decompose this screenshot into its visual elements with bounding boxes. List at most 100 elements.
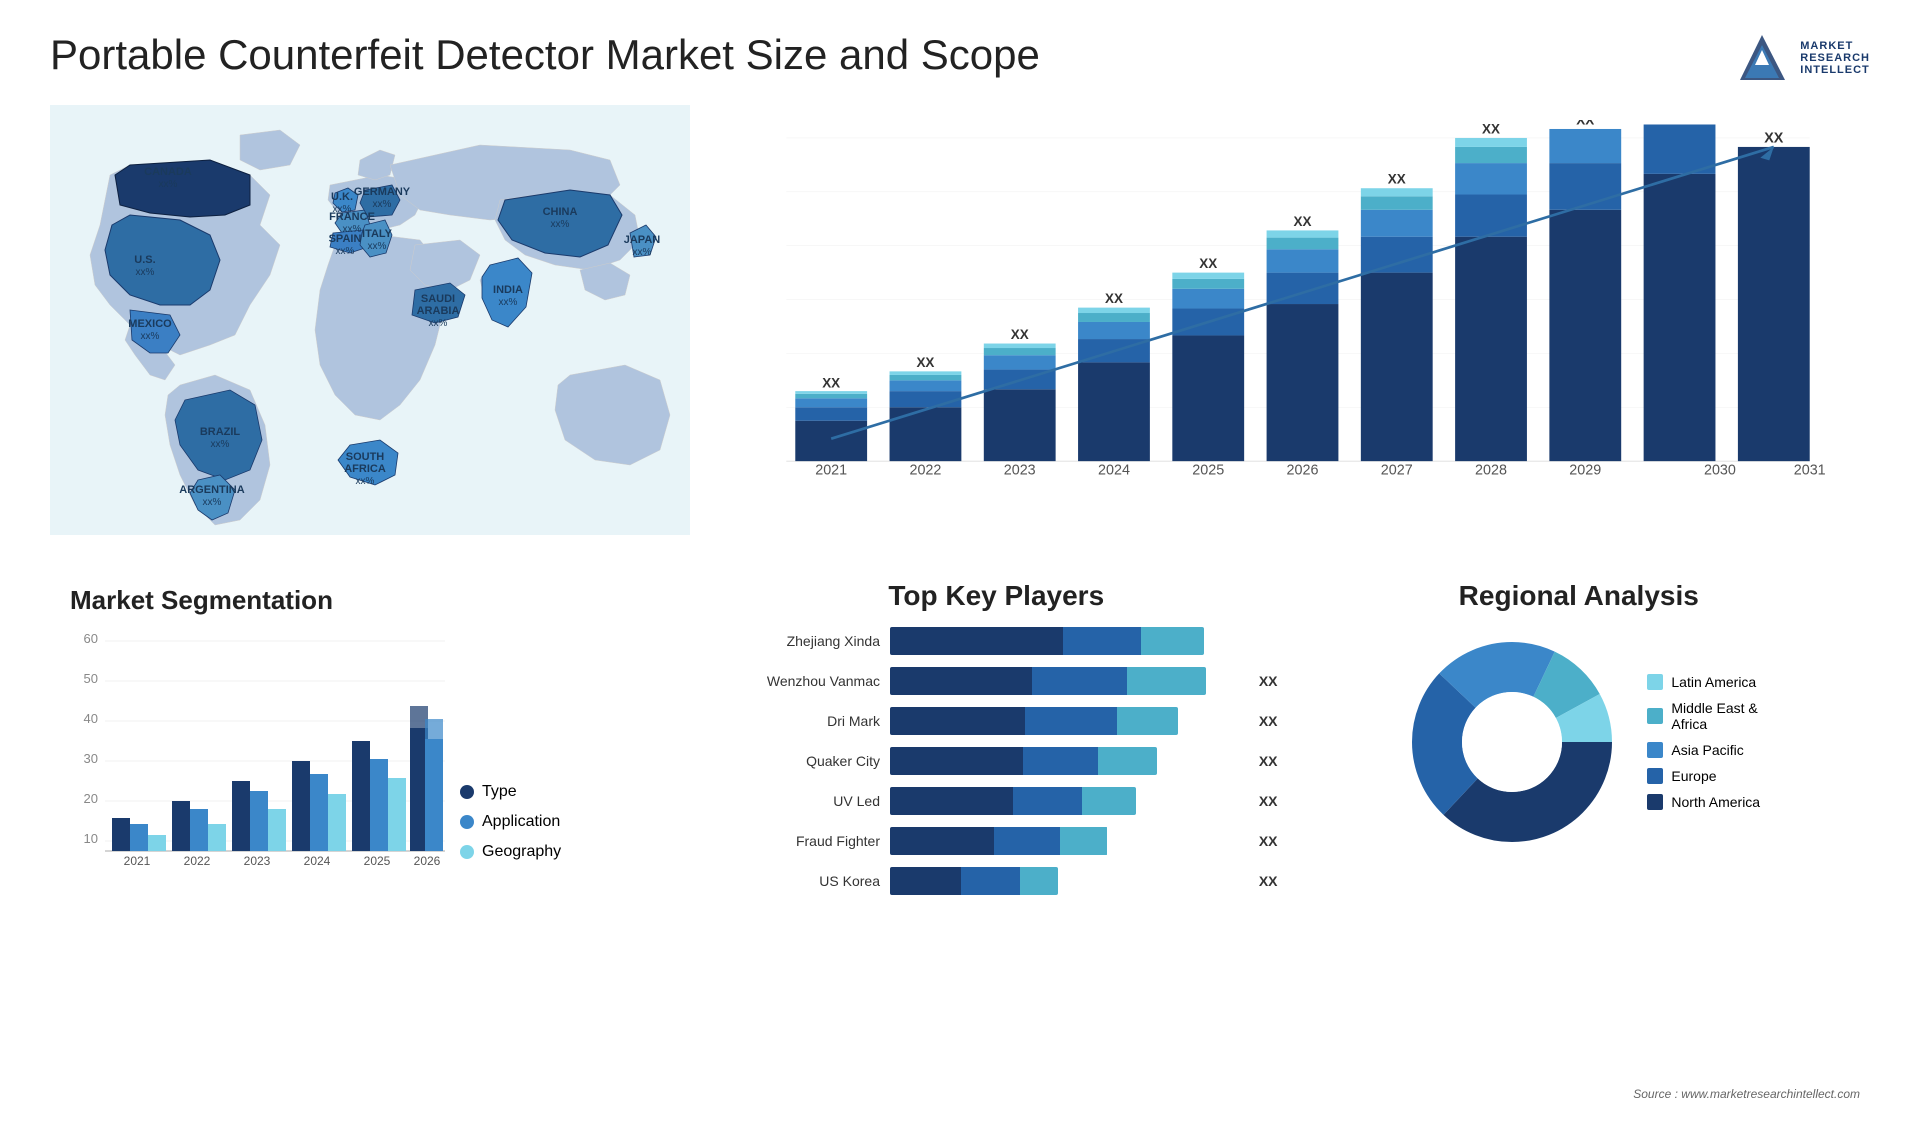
- svg-text:xx%: xx%: [336, 246, 355, 257]
- logo-container: MARKET RESEARCH INTELLECT: [1735, 30, 1870, 85]
- player-bar-container: [890, 867, 1241, 895]
- svg-text:2029: 2029: [1569, 463, 1601, 479]
- svg-text:FRANCE: FRANCE: [329, 211, 375, 223]
- svg-text:XX: XX: [1764, 130, 1784, 146]
- svg-text:2024: 2024: [1098, 463, 1130, 479]
- svg-text:50: 50: [84, 671, 98, 686]
- svg-text:xx%: xx%: [429, 318, 448, 329]
- svg-text:MEXICO: MEXICO: [128, 318, 172, 330]
- page-container: Portable Counterfeit Detector Market Siz…: [0, 0, 1920, 1146]
- world-map-svg: CANADA xx% U.S. xx% MEXICO xx% BRAZIL xx…: [50, 105, 690, 535]
- svg-text:xx%: xx%: [499, 297, 518, 308]
- svg-text:2024: 2024: [304, 854, 331, 868]
- svg-text:20: 20: [84, 791, 98, 806]
- page-title: Portable Counterfeit Detector Market Siz…: [50, 30, 1040, 80]
- svg-text:xx%: xx%: [203, 497, 222, 508]
- player-row: Zhejiang Xinda: [715, 627, 1278, 655]
- svg-text:XX: XX: [1576, 120, 1594, 127]
- type-color: [460, 785, 474, 799]
- svg-text:ARABIA: ARABIA: [417, 305, 460, 317]
- donut-container: Latin America Middle East &Africa Asia P…: [1298, 627, 1861, 857]
- player-bar-container: [890, 747, 1241, 775]
- player-bar-container: [890, 667, 1241, 695]
- player-row: Wenzhou Vanmac XX: [715, 667, 1278, 695]
- svg-text:CHINA: CHINA: [543, 206, 578, 218]
- svg-text:XX: XX: [1482, 121, 1500, 136]
- svg-text:2025: 2025: [1192, 463, 1224, 479]
- svg-text:SAUDI: SAUDI: [421, 293, 455, 305]
- svg-text:2025: 2025: [364, 854, 391, 868]
- legend-latin-america: Latin America: [1647, 674, 1760, 690]
- svg-text:xx%: xx%: [551, 219, 570, 230]
- donut-chart-svg: [1397, 627, 1627, 857]
- svg-text:xx%: xx%: [373, 199, 392, 210]
- svg-text:xx%: xx%: [136, 267, 155, 278]
- svg-text:2030: 2030: [1704, 463, 1736, 479]
- svg-text:XX: XX: [822, 376, 840, 391]
- svg-text:2028: 2028: [1475, 463, 1507, 479]
- svg-text:GERMANY: GERMANY: [354, 186, 411, 198]
- segmentation-legend: Type Application Geography: [460, 783, 561, 871]
- player-row: Fraud Fighter XX: [715, 827, 1278, 855]
- svg-text:XX: XX: [1388, 172, 1406, 187]
- geography-color: [460, 845, 474, 859]
- svg-text:2031: 2031: [1794, 463, 1826, 479]
- svg-text:2023: 2023: [244, 854, 271, 868]
- svg-text:CANADA: CANADA: [144, 166, 192, 178]
- legend-asia-pacific: Asia Pacific: [1647, 742, 1760, 758]
- svg-text:U.K.: U.K.: [331, 191, 353, 203]
- svg-text:2022: 2022: [184, 854, 211, 868]
- svg-text:xx%: xx%: [211, 439, 230, 450]
- svg-text:ARGENTINA: ARGENTINA: [179, 484, 244, 496]
- legend-europe: Europe: [1647, 768, 1760, 784]
- player-bar-container: [890, 627, 1260, 655]
- svg-text:XX: XX: [1105, 291, 1123, 306]
- svg-text:xx%: xx%: [159, 179, 178, 190]
- svg-text:AFRICA: AFRICA: [344, 463, 386, 475]
- svg-text:10: 10: [84, 831, 98, 846]
- svg-text:U.S.: U.S.: [134, 254, 155, 266]
- svg-text:JAPAN: JAPAN: [624, 234, 661, 246]
- svg-text:XX: XX: [1294, 214, 1312, 229]
- svg-text:60: 60: [84, 631, 98, 646]
- player-bar-container: [890, 787, 1241, 815]
- header: Portable Counterfeit Detector Market Siz…: [50, 30, 1870, 85]
- legend-item-geography: Geography: [460, 843, 561, 861]
- segmentation-section: Market Segmentation 60 50 40 30 20 10: [50, 580, 690, 1106]
- world-map-section: CANADA xx% U.S. xx% MEXICO xx% BRAZIL xx…: [50, 105, 690, 565]
- legend-middle-east-africa: Middle East &Africa: [1647, 700, 1760, 732]
- svg-text:SOUTH: SOUTH: [346, 451, 385, 463]
- svg-text:BRAZIL: BRAZIL: [200, 426, 241, 438]
- player-row: UV Led XX: [715, 787, 1278, 815]
- svg-text:INDIA: INDIA: [493, 284, 523, 296]
- svg-text:xx%: xx%: [368, 241, 387, 252]
- regional-section: Regional Analysis: [1298, 580, 1861, 1106]
- svg-text:SPAIN: SPAIN: [329, 233, 362, 245]
- regional-legend: Latin America Middle East &Africa Asia P…: [1647, 674, 1760, 810]
- source-text: Source : www.marketresearchintellect.com: [1633, 1087, 1860, 1101]
- svg-text:2021: 2021: [124, 854, 151, 868]
- legend-item-type: Type: [460, 783, 561, 801]
- svg-text:xx%: xx%: [141, 331, 160, 342]
- svg-text:XX: XX: [1199, 256, 1217, 271]
- logo-text: MARKET RESEARCH INTELLECT: [1800, 40, 1870, 76]
- logo-icon: [1735, 30, 1790, 85]
- application-color: [460, 815, 474, 829]
- svg-text:XX: XX: [1671, 120, 1689, 123]
- segmentation-title: Market Segmentation: [70, 585, 670, 616]
- svg-text:xx%: xx%: [356, 476, 375, 487]
- player-row: Dri Mark XX: [715, 707, 1278, 735]
- svg-text:2026: 2026: [414, 854, 441, 868]
- player-row: Quaker City XX: [715, 747, 1278, 775]
- svg-text:2021: 2021: [815, 463, 847, 479]
- svg-text:2027: 2027: [1381, 463, 1413, 479]
- players-table: Zhejiang Xinda Wenzhou Vanmac: [715, 627, 1278, 895]
- main-bar-chart-svg: 2021 XX 2022 XX 2023 XX: [765, 120, 1840, 515]
- svg-text:2023: 2023: [1004, 463, 1036, 479]
- legend-north-america: North America: [1647, 794, 1760, 810]
- key-players-section: Top Key Players Zhejiang Xinda: [715, 580, 1278, 1106]
- svg-text:XX: XX: [916, 355, 934, 370]
- regional-title: Regional Analysis: [1298, 580, 1861, 612]
- svg-text:ITALY: ITALY: [362, 228, 393, 240]
- segmentation-chart-svg: 60 50 40 30 20 10: [70, 631, 450, 871]
